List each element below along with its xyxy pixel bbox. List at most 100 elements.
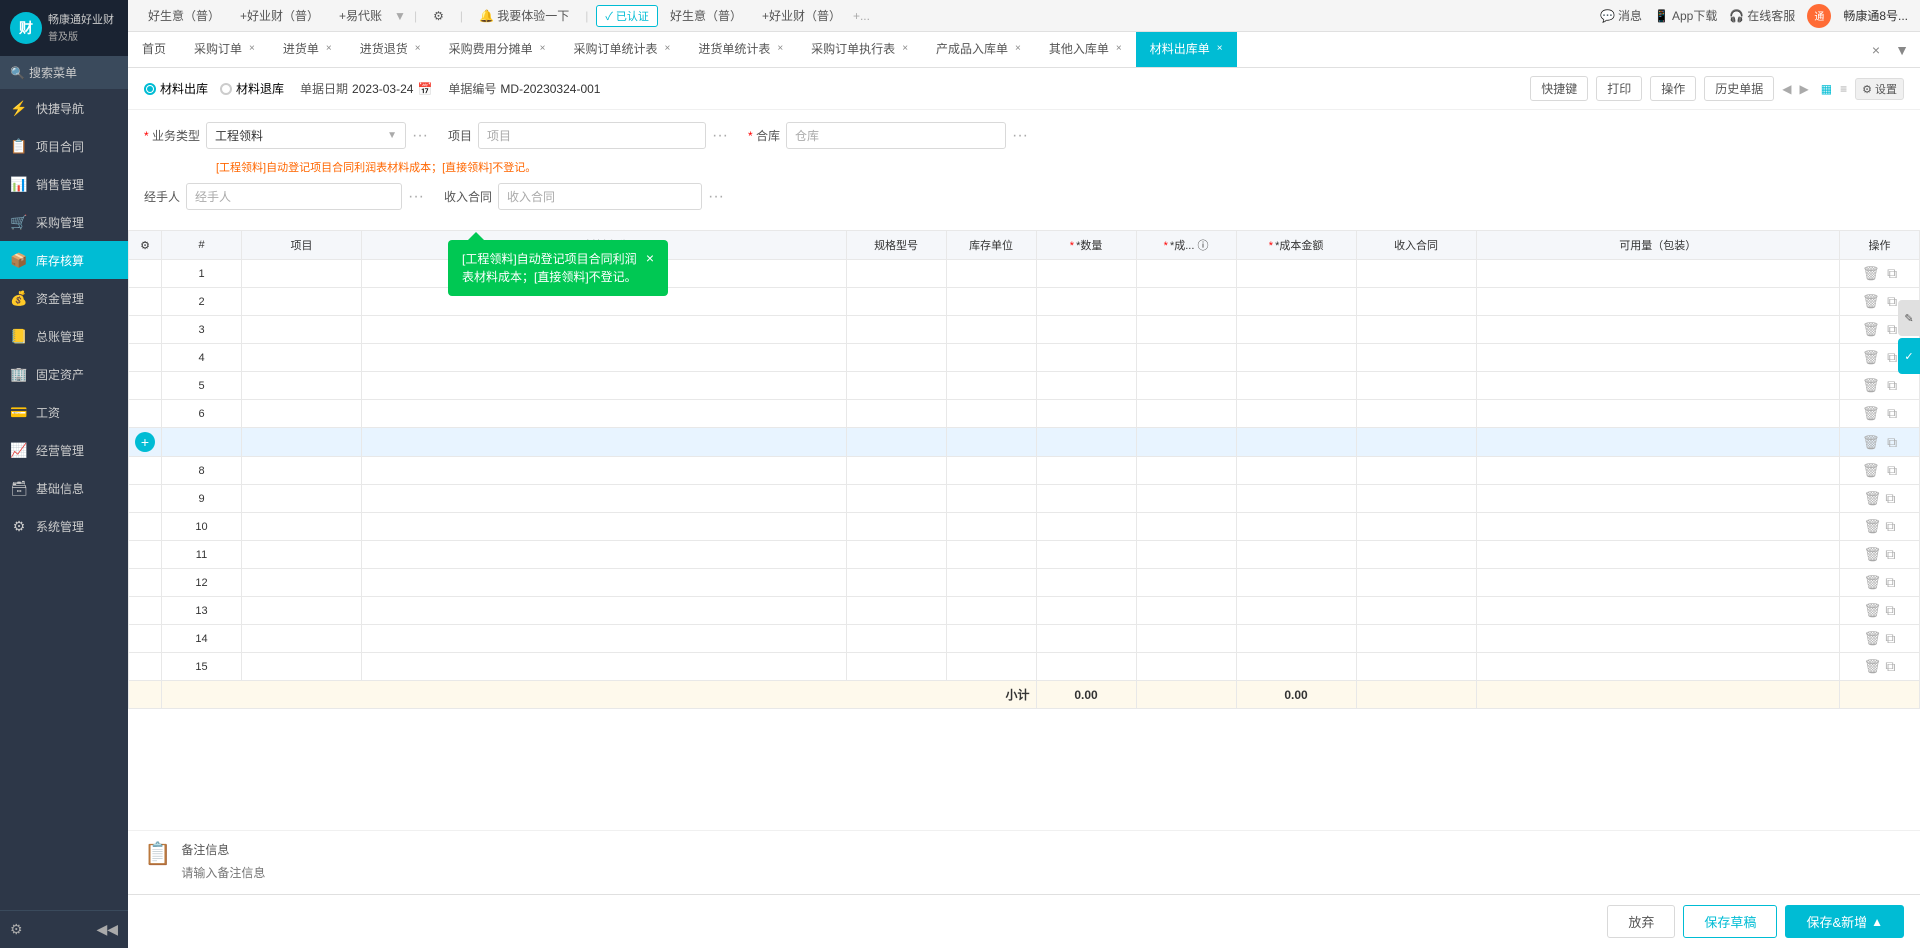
operate-btn[interactable]: 操作 [1650,76,1696,101]
row-project-6[interactable] [242,400,362,428]
certified-good-finance[interactable]: +好业财（普） [754,5,849,26]
sidebar-item-fixed-assets[interactable]: 🏢 固定资产 [0,355,128,393]
row-cost-3[interactable] [1136,316,1236,344]
income-contract-input[interactable]: 收入合同 [498,183,702,210]
sidebar-item-operations[interactable]: 📈 经营管理 [0,431,128,469]
grid-view-icon[interactable]: ▦ [1821,82,1832,96]
row-cost-8[interactable] [1136,457,1236,485]
row-available-8[interactable] [1476,457,1839,485]
sidebar-item-system[interactable]: ⚙ 系统管理 [0,507,128,545]
history-btn[interactable]: 历史单据 [1704,76,1774,101]
save-draft-btn[interactable]: 保存草稿 [1683,905,1777,938]
delete-row-3-btn[interactable]: 🗑 [1860,319,1882,339]
row-project-4[interactable] [242,344,362,372]
add-row-col10[interactable] [1476,428,1839,457]
row-spec-6[interactable] [846,400,946,428]
add-row-input-2[interactable] [248,435,355,450]
copy-add-row-btn[interactable]: ⧉ [1885,432,1899,452]
copy-row-14-btn[interactable]: ⧉ [1883,628,1897,648]
tab-goods-receipt[interactable]: 进货单 × [269,32,346,67]
row-available-2[interactable] [1476,288,1839,316]
warehouse-more-icon[interactable]: ··· [1012,127,1028,145]
shortcut-btn[interactable]: 快捷键 [1530,76,1588,101]
delete-row-4-btn[interactable]: 🗑 [1860,347,1882,367]
close-finished-goods-tab[interactable]: × [1015,43,1021,54]
save-new-btn[interactable]: 保存&新增 ▲ [1785,905,1904,938]
project-input[interactable]: 项目 [478,122,706,149]
business-type-input[interactable]: 工程领料 ▼ [206,122,406,149]
delete-row-2-btn[interactable]: 🗑 [1860,291,1882,311]
copy-row-8-btn[interactable]: ⧉ [1885,460,1899,480]
row-material-8[interactable] [362,457,847,485]
row-available-1[interactable] [1476,260,1839,288]
good-biz-tab[interactable]: 好生意（普） [140,5,228,26]
tab-goods-stats[interactable]: 进货单统计表 × [684,32,797,67]
row-spec-8[interactable] [846,457,946,485]
sidebar-search[interactable]: 🔍 搜索菜单 [0,56,128,89]
delete-row-6-btn[interactable]: 🗑 [1860,403,1882,423]
copy-row-6-btn[interactable]: ⧉ [1885,403,1899,423]
row-project-3[interactable] [242,316,362,344]
row-income-contract-1[interactable] [1356,260,1476,288]
notes-input[interactable] [181,862,1904,884]
close-goods-stats-tab[interactable]: × [777,43,783,54]
add-row-col8[interactable] [1236,428,1356,457]
delete-row-10-btn[interactable]: 🗑 [1862,516,1884,536]
close-purchase-order-tab[interactable]: × [249,43,255,54]
add-row-col5[interactable] [946,428,1036,457]
delete-row-9-btn[interactable]: 🗑 [1862,488,1884,508]
sidebar-item-base-info[interactable]: 🗃 基础信息 [0,469,128,507]
row-available-3[interactable] [1476,316,1839,344]
delete-row-8-btn[interactable]: 🗑 [1860,460,1882,480]
row-cost-4[interactable] [1136,344,1236,372]
row-cost-5[interactable] [1136,372,1236,400]
list-view-icon[interactable]: ≡ [1840,82,1847,96]
order-no-value[interactable]: MD-20230324-001 [500,82,600,96]
row-cost-amount-6[interactable] [1236,400,1356,428]
project-more-icon[interactable]: ··· [712,127,728,145]
close-purchase-expense-tab[interactable]: × [540,43,546,54]
add-row-col9[interactable] [1356,428,1476,457]
tab-other-receipt[interactable]: 其他入库单 × [1035,32,1136,67]
close-goods-return-tab[interactable]: × [415,43,421,54]
delete-row-5-btn[interactable]: 🗑 [1860,375,1882,395]
tooltip-close-btn[interactable]: × [646,248,654,269]
row-income-contract-3[interactable] [1356,316,1476,344]
delete-row-14-btn[interactable]: 🗑 [1862,628,1884,648]
close-all-tabs-icon[interactable]: × [1866,40,1886,60]
row-project-1[interactable] [242,260,362,288]
row-cost-amount-2[interactable] [1236,288,1356,316]
app-download-btn[interactable]: 📱 App下载 [1654,7,1717,24]
row-unit-4[interactable] [946,344,1036,372]
row-material-5[interactable] [362,372,847,400]
next-record-icon[interactable]: ▶ [1799,82,1808,96]
tab-goods-return[interactable]: 进货退货 × [346,32,435,67]
row-available-6[interactable] [1476,400,1839,428]
handler-more-icon[interactable]: ··· [408,188,424,206]
add-row-col6[interactable] [1036,428,1136,457]
delete-add-row-btn[interactable]: 🗑 [1860,432,1882,452]
row-available-4[interactable] [1476,344,1839,372]
add-row-col7[interactable] [1136,428,1236,457]
row-cost-1[interactable] [1136,260,1236,288]
row-income-contract-2[interactable] [1356,288,1476,316]
copy-row-3-btn[interactable]: ⧉ [1885,319,1899,339]
prev-record-icon[interactable]: ◀ [1782,82,1791,96]
close-purchase-stats-tab[interactable]: × [664,43,670,54]
copy-row-9-btn[interactable]: ⧉ [1883,488,1897,508]
sidebar-item-sales[interactable]: 📊 销售管理 [0,165,128,203]
sidebar-item-project-contract[interactable]: 📋 项目合同 [0,127,128,165]
row-spec-2[interactable] [846,288,946,316]
row-available-5[interactable] [1476,372,1839,400]
row-project-5[interactable] [242,372,362,400]
tab-home[interactable]: 首页 [128,32,180,67]
close-other-receipt-tab[interactable]: × [1116,43,1122,54]
row-unit-1[interactable] [946,260,1036,288]
tab-purchase-exec[interactable]: 采购订单执行表 × [797,32,922,67]
collapse-icon[interactable]: ◀◀ [96,921,118,938]
row-qty-5[interactable] [1036,372,1136,400]
sidebar-item-quick-nav[interactable]: ⚡ 快捷导航 [0,89,128,127]
delete-row-12-btn[interactable]: 🗑 [1862,572,1884,592]
right-panel-icon-1[interactable]: ✎ [1898,300,1920,336]
more-apps-btn[interactable]: +... [853,9,870,23]
